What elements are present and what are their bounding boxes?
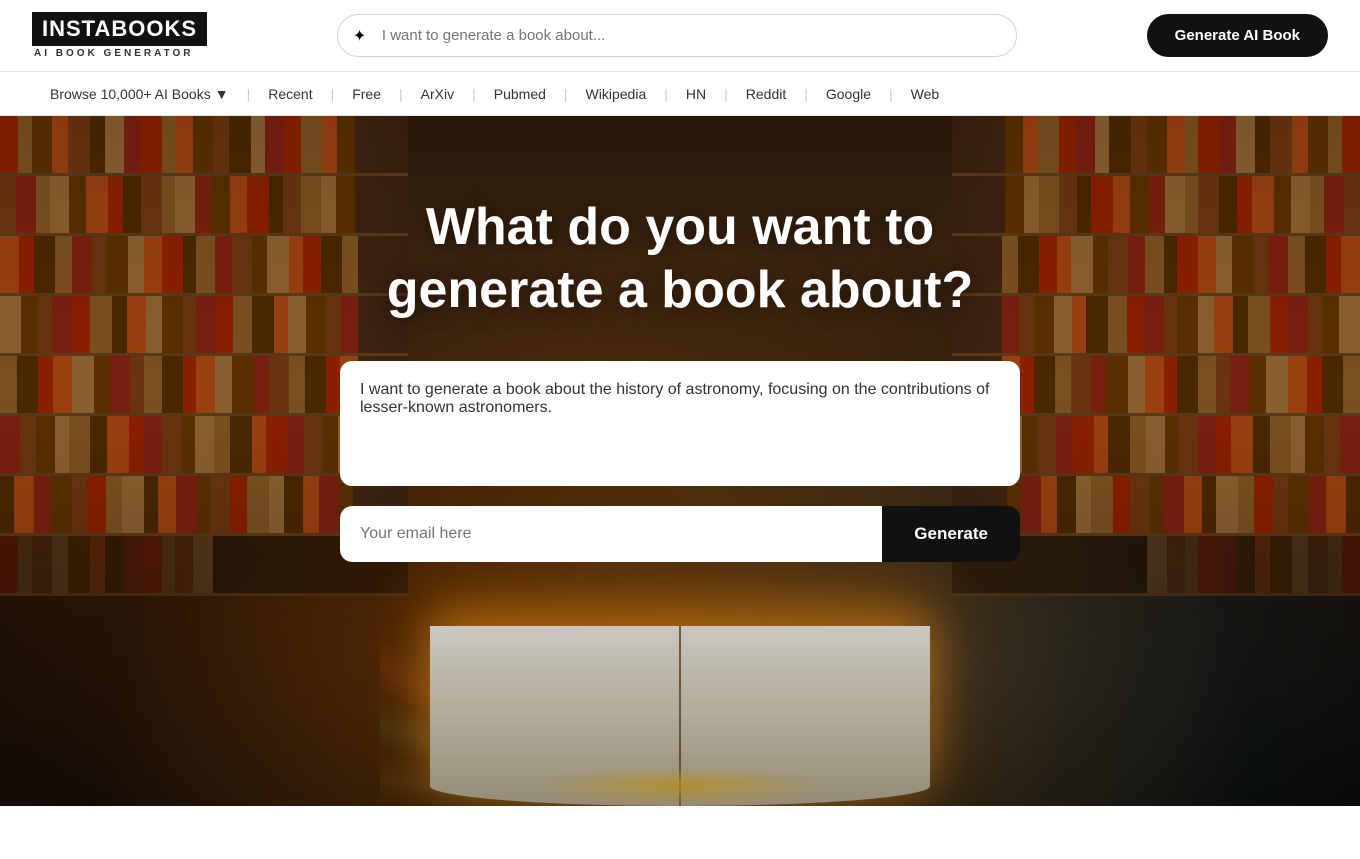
hero-textarea-wrap: I want to generate a book about the hist…	[340, 361, 1020, 486]
logo-main: INSTABOOKS	[32, 12, 207, 46]
nav-item-wikipedia[interactable]: Wikipedia	[568, 72, 665, 115]
nav-item-google[interactable]: Google	[808, 72, 889, 115]
hero-action-row: Generate	[340, 506, 1020, 562]
logo[interactable]: INSTABOOKS AI BOOK GENERATOR	[32, 12, 207, 59]
email-input[interactable]	[340, 506, 882, 562]
nav-item-pubmed[interactable]: Pubmed	[476, 72, 564, 115]
hero-textarea[interactable]: I want to generate a book about the hist…	[360, 381, 1000, 461]
hero-section: What do you want to generate a book abou…	[0, 116, 1360, 806]
nav-item-hn[interactable]: HN	[668, 72, 724, 115]
nav-item-arxiv[interactable]: ArXiv	[403, 72, 472, 115]
search-bar-wrap: ✦	[337, 14, 1017, 57]
nav-bar: Browse 10,000+ AI Books ▼ | Recent | Fre…	[0, 72, 1360, 116]
header: INSTABOOKS AI BOOK GENERATOR ✦ Generate …	[0, 0, 1360, 72]
logo-sub: AI BOOK GENERATOR	[32, 48, 194, 59]
nav-item-recent[interactable]: Recent	[250, 72, 330, 115]
sparkle-icon: ✦	[353, 26, 366, 46]
nav-item-free[interactable]: Free	[334, 72, 399, 115]
hero-title: What do you want to generate a book abou…	[387, 196, 974, 321]
nav-item-reddit[interactable]: Reddit	[728, 72, 804, 115]
nav-item-web[interactable]: Web	[893, 72, 958, 115]
chevron-down-icon: ▼	[215, 86, 229, 102]
search-input[interactable]	[337, 14, 1017, 57]
hero-content: What do you want to generate a book abou…	[0, 116, 1360, 806]
header-generate-button[interactable]: Generate AI Book	[1147, 14, 1328, 57]
nav-item-browse[interactable]: Browse 10,000+ AI Books ▼	[32, 72, 247, 115]
hero-generate-button[interactable]: Generate	[882, 506, 1020, 562]
